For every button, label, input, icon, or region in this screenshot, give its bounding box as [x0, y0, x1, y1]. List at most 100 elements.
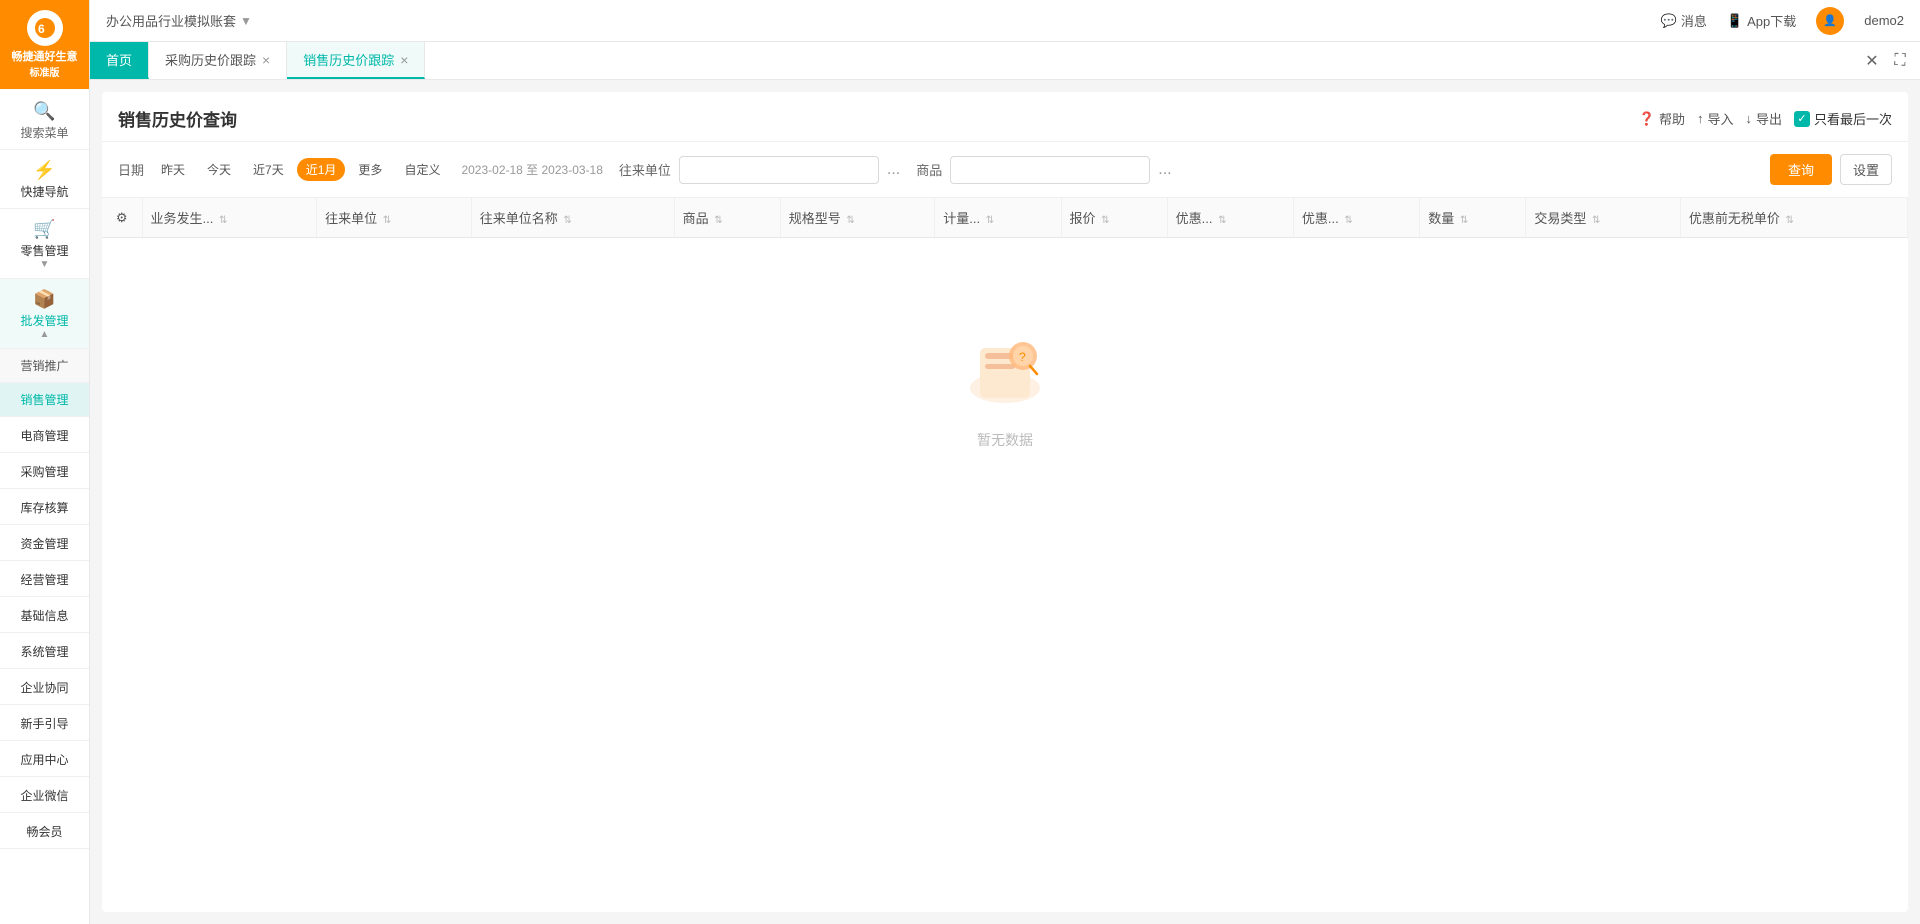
sidebar-nav-quick[interactable]: ⚡ 快捷导航	[0, 150, 89, 209]
tab-sales-history[interactable]: 销售历史价跟踪 ×	[287, 42, 425, 79]
settings-button[interactable]: 设置	[1840, 154, 1892, 185]
col-counterparty-code[interactable]: 往来单位 ⇅	[317, 198, 472, 238]
tab-home[interactable]: 首页	[90, 42, 149, 79]
dropdown-arrow-icon: ▼	[240, 14, 252, 28]
sidebar-logo[interactable]: 6 畅捷通好生意 标准版	[0, 0, 90, 89]
logo-icon: 6	[27, 10, 63, 46]
tab-close-all-icon[interactable]: ✕	[1860, 49, 1884, 73]
help-icon: ❓	[1639, 111, 1655, 127]
retail-label: 零售管理	[20, 242, 68, 259]
filter-actions: 查询 设置	[1770, 154, 1892, 185]
date-btn-last1m[interactable]: 近1月	[297, 158, 346, 181]
wholesale-subitems: 营销推广 销售管理	[0, 349, 89, 417]
empty-text: 暂无数据	[977, 430, 1033, 450]
sidebar-item-basic[interactable]: 基础信息	[0, 597, 89, 633]
col-quantity[interactable]: 数量 ⇅	[1420, 198, 1526, 238]
member-label: 畅会员	[26, 823, 62, 840]
nav-icon: ⚡	[33, 160, 55, 181]
col-settings[interactable]: ⚙	[102, 198, 142, 238]
export-label: 导出	[1756, 109, 1782, 128]
import-icon: ↑	[1697, 111, 1704, 126]
wholesale-icon: 📦	[33, 289, 55, 310]
col-discount2[interactable]: 优惠... ⇅	[1293, 198, 1419, 238]
message-icon: 💬	[1661, 13, 1677, 29]
help-btn[interactable]: ❓ 帮助	[1639, 109, 1685, 128]
page-panel: 销售历史价查询 ❓ 帮助 ↑ 导入 ↓ 导出 ✓	[102, 92, 1908, 912]
user-avatar[interactable]: 👤	[1816, 7, 1844, 35]
import-label: 导入	[1707, 109, 1733, 128]
tab-purchase-close[interactable]: ×	[262, 53, 270, 67]
page-title-bar: 销售历史价查询 ❓ 帮助 ↑ 导入 ↓ 导出 ✓	[102, 92, 1908, 142]
date-btn-today[interactable]: 今天	[198, 158, 240, 181]
data-table: ⚙ 业务发生... ⇅ 往来单位 ⇅ 往来单位名称 ⇅ 商品 ⇅ 规格型号 ⇅ …	[102, 198, 1908, 238]
app-icon: 📱	[1727, 13, 1743, 29]
col-quote[interactable]: 报价 ⇅	[1061, 198, 1167, 238]
user-avatar-img: 👤	[1823, 14, 1837, 27]
tab-home-label: 首页	[106, 50, 132, 69]
counterparty-dots[interactable]: ...	[887, 161, 900, 179]
search-icon: 🔍	[33, 101, 55, 122]
export-icon: ↓	[1745, 111, 1752, 126]
tab-bar-actions: ✕ ⛶	[1860, 42, 1920, 79]
sidebar-item-finance[interactable]: 资金管理	[0, 525, 89, 561]
query-button[interactable]: 查询	[1770, 154, 1832, 185]
retail-icon: 🛒	[33, 219, 55, 240]
date-btn-last7[interactable]: 近7天	[244, 158, 293, 181]
retail-arrow: ▼	[40, 259, 50, 270]
sidebar-item-member[interactable]: 畅会员	[0, 813, 89, 849]
sidebar-item-ecommerce[interactable]: 电商管理	[0, 417, 89, 453]
import-btn[interactable]: ↑ 导入	[1697, 109, 1734, 128]
sidebar-item-appstore[interactable]: 应用中心	[0, 741, 89, 777]
brand-sub: 标准版	[30, 64, 60, 79]
tab-purchase-history[interactable]: 采购历史价跟踪 ×	[149, 42, 287, 79]
tab-sales-close[interactable]: ×	[400, 53, 408, 67]
app-download-action[interactable]: 📱 App下载	[1727, 11, 1796, 30]
basic-label: 基础信息	[20, 607, 68, 624]
col-counterparty-name[interactable]: 往来单位名称 ⇅	[471, 198, 674, 238]
main-area: 办公用品行业模拟账套 ▼ 💬 消息 📱 App下载 👤 demo2 首页 采购历…	[90, 0, 1920, 924]
export-btn[interactable]: ↓ 导出	[1745, 109, 1782, 128]
message-action[interactable]: 💬 消息	[1661, 11, 1707, 30]
col-trade-type[interactable]: 交易类型 ⇅	[1526, 198, 1681, 238]
col-product[interactable]: 商品 ⇅	[674, 198, 780, 238]
col-discount1[interactable]: 优惠... ⇅	[1167, 198, 1293, 238]
col-pre-tax[interactable]: 优惠前无税单价 ⇅	[1680, 198, 1907, 238]
only-last-checkbox[interactable]: ✓ 只看最后一次	[1794, 109, 1892, 128]
date-btn-custom[interactable]: 自定义	[395, 158, 449, 181]
col-biz-date[interactable]: 业务发生... ⇅	[142, 198, 317, 238]
counterparty-input[interactable]	[679, 156, 879, 184]
tab-bar: 首页 采购历史价跟踪 × 销售历史价跟踪 × ✕ ⛶	[90, 42, 1920, 80]
sidebar-item-operations[interactable]: 经营管理	[0, 561, 89, 597]
enterprise-label: 企业协同	[20, 679, 68, 696]
page-actions: ❓ 帮助 ↑ 导入 ↓ 导出 ✓ 只看最后一次	[1639, 109, 1892, 128]
sidebar-item-system[interactable]: 系统管理	[0, 633, 89, 669]
sidebar-subitem-marketing[interactable]: 营销推广	[0, 349, 89, 383]
sidebar-item-retail[interactable]: 🛒 零售管理 ▼	[0, 209, 89, 279]
sidebar-item-guide[interactable]: 新手引导	[0, 705, 89, 741]
product-input[interactable]	[950, 156, 1150, 184]
sidebar-item-enterprise[interactable]: 企业协同	[0, 669, 89, 705]
date-btn-more[interactable]: 更多	[349, 158, 391, 181]
page-content: 销售历史价查询 ❓ 帮助 ↑ 导入 ↓ 导出 ✓	[90, 80, 1920, 924]
app-label: App下载	[1747, 11, 1796, 30]
col-unit[interactable]: 计量... ⇅	[935, 198, 1061, 238]
operations-label: 经营管理	[20, 571, 68, 588]
sidebar-item-wholesale[interactable]: 📦 批发管理 ▲	[0, 279, 89, 349]
sidebar-subitem-sales[interactable]: 销售管理	[0, 383, 89, 417]
sidebar-search[interactable]: 🔍 搜索菜单	[0, 89, 89, 150]
date-btn-yesterday[interactable]: 昨天	[152, 158, 194, 181]
account-dropdown[interactable]: 办公用品行业模拟账套 ▼	[106, 11, 252, 30]
sidebar-item-inventory[interactable]: 库存核算	[0, 489, 89, 525]
product-dots[interactable]: ...	[1158, 161, 1171, 179]
tab-fullscreen-icon[interactable]: ⛶	[1888, 49, 1912, 73]
col-spec[interactable]: 规格型号 ⇅	[780, 198, 935, 238]
table-header-row: ⚙ 业务发生... ⇅ 往来单位 ⇅ 往来单位名称 ⇅ 商品 ⇅ 规格型号 ⇅ …	[102, 198, 1908, 238]
username-label[interactable]: demo2	[1864, 13, 1904, 28]
sidebar-item-wechat[interactable]: 企业微信	[0, 777, 89, 813]
header-left: 办公用品行业模拟账套 ▼	[106, 11, 1661, 30]
sidebar-item-purchase[interactable]: 采购管理	[0, 453, 89, 489]
nav-label: 快捷导航	[20, 183, 68, 200]
filter-bar: 日期 昨天 今天 近7天 近1月 更多 自定义 2023-02-18 至 202…	[102, 142, 1908, 198]
account-name: 办公用品行业模拟账套	[106, 11, 236, 30]
product-filter-label: 商品	[916, 160, 942, 179]
